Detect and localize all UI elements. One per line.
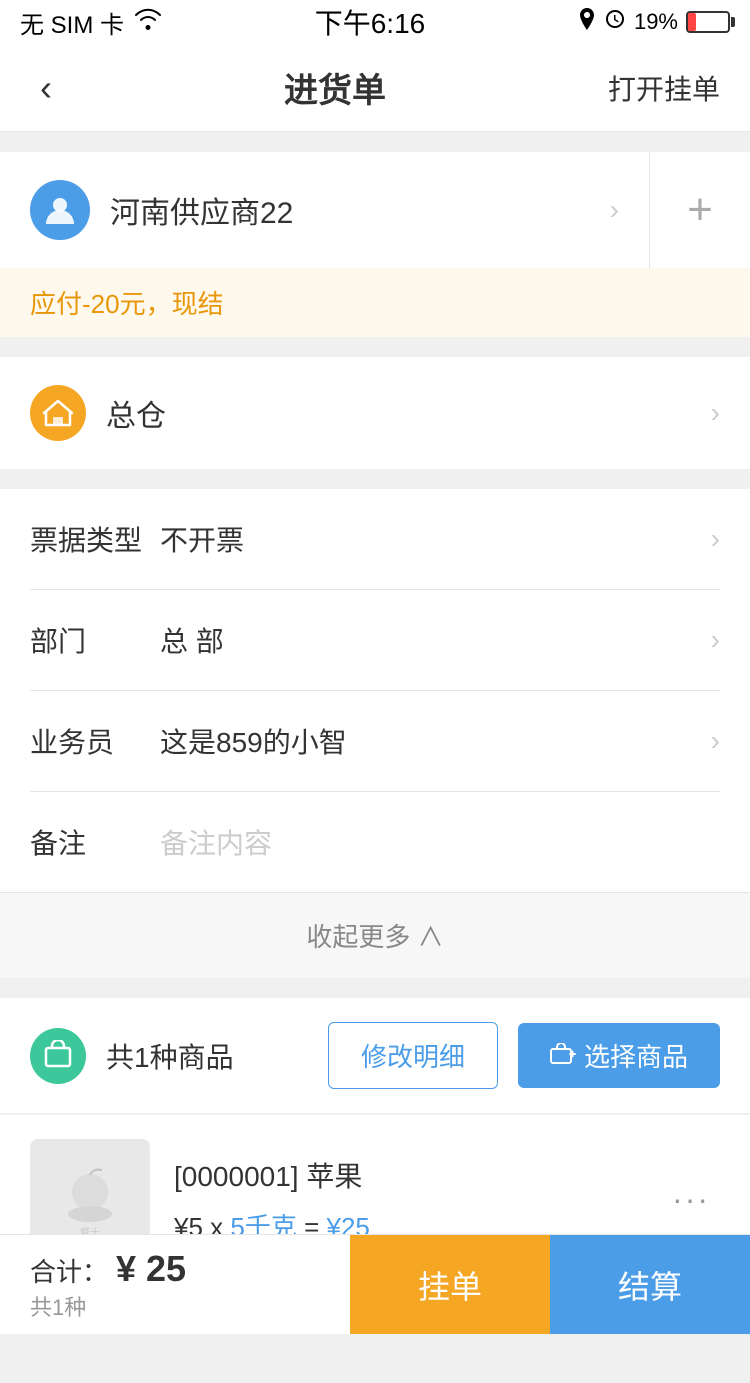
salesperson-row[interactable]: 业务员 这是859的小智 › xyxy=(0,691,750,791)
divider-2 xyxy=(0,337,750,357)
divider-3 xyxy=(0,469,750,489)
wifi-icon xyxy=(134,8,162,37)
department-label: 部门 xyxy=(30,620,160,660)
cart-icon xyxy=(550,1043,576,1069)
add-supplier-button[interactable]: + xyxy=(650,152,750,268)
department-chevron-icon: › xyxy=(711,624,720,656)
product-info: [0000001] 苹果 ¥5 x 5千克 = ¥25 xyxy=(174,1155,638,1244)
payment-notice: 应付-20元，现结 xyxy=(0,268,750,337)
supplier-selector[interactable]: 河南供应商22 › xyxy=(0,152,650,268)
status-bar: 无 SIM 卡 下午6:16 19% xyxy=(0,0,750,44)
total-label: 合计： xyxy=(30,1252,108,1289)
supplier-section: 河南供应商22 › + 应付-20元，现结 xyxy=(0,152,750,337)
remark-row[interactable]: 备注 备注内容 xyxy=(0,792,750,892)
product-header: 共1种商品 修改明细 选择商品 xyxy=(0,998,750,1113)
salesperson-chevron-icon: › xyxy=(711,725,720,757)
supplier-chevron-icon: › xyxy=(610,194,619,226)
ticket-type-label: 票据类型 xyxy=(30,519,160,559)
carrier-text: 无 SIM 卡 xyxy=(20,5,124,40)
warehouse-name: 总仓 xyxy=(106,391,711,435)
product-count-icon xyxy=(30,1028,86,1084)
ticket-type-row[interactable]: 票据类型 不开票 › xyxy=(0,489,750,589)
supplier-avatar xyxy=(30,180,90,240)
battery-text: 19% xyxy=(634,9,678,35)
form-section: 票据类型 不开票 › 部门 总 部 › 业务员 这是859的小智 › 备注 备注… xyxy=(0,489,750,892)
ticket-type-value: 不开票 xyxy=(160,519,711,559)
nav-bar: ‹ 进货单 打开挂单 xyxy=(0,44,750,132)
supplier-name: 河南供应商22 xyxy=(110,188,600,232)
department-row[interactable]: 部门 总 部 › xyxy=(0,590,750,690)
open-hang-button[interactable]: 打开挂单 xyxy=(608,68,720,108)
product-more-button[interactable]: ··· xyxy=(662,1171,720,1228)
hang-button[interactable]: 挂单 xyxy=(350,1235,550,1334)
total-count: 共1种 xyxy=(30,1290,320,1322)
warehouse-chevron-icon: › xyxy=(711,397,720,429)
select-product-button[interactable]: 选择商品 xyxy=(518,1023,720,1088)
page-title: 进货单 xyxy=(284,63,386,112)
location-icon xyxy=(578,8,596,36)
divider-1 xyxy=(0,132,750,152)
status-time: 下午6:16 xyxy=(315,2,426,42)
product-code: [0000001] xyxy=(174,1161,299,1192)
alarm-icon xyxy=(604,8,626,36)
back-button[interactable]: ‹ xyxy=(30,57,62,119)
select-product-label: 选择商品 xyxy=(584,1037,688,1074)
status-right: 19% xyxy=(578,8,730,36)
product-name: [0000001] 苹果 xyxy=(174,1155,638,1195)
svg-text:督十: 督十 xyxy=(80,1226,100,1234)
warehouse-section: 总仓 › xyxy=(0,357,750,469)
product-title: 苹果 xyxy=(306,1161,362,1192)
department-value: 总 部 xyxy=(160,620,711,660)
divider-4 xyxy=(0,978,750,998)
salesperson-label: 业务员 xyxy=(30,721,160,761)
collapse-button[interactable]: 收起更多 ∧ xyxy=(0,892,750,978)
warehouse-icon xyxy=(30,385,86,441)
remark-value: 备注内容 xyxy=(160,822,720,862)
edit-detail-button[interactable]: 修改明细 xyxy=(328,1022,498,1089)
product-count-text: 共1种商品 xyxy=(106,1036,308,1076)
total-amount: ¥ 25 xyxy=(116,1248,186,1290)
battery-fill xyxy=(688,13,696,31)
bottom-bar: 合计： ¥ 25 共1种 挂单 结算 xyxy=(0,1234,750,1334)
checkout-button[interactable]: 结算 xyxy=(550,1235,750,1334)
warehouse-selector[interactable]: 总仓 › xyxy=(0,357,750,469)
battery-icon xyxy=(686,11,730,33)
collapse-label: 收起更多 ∧ xyxy=(306,917,443,954)
ticket-type-chevron-icon: › xyxy=(711,523,720,555)
status-left: 无 SIM 卡 xyxy=(20,5,162,40)
total-section: 合计： ¥ 25 共1种 xyxy=(0,1235,350,1334)
salesperson-value: 这是859的小智 xyxy=(160,721,711,761)
remark-label: 备注 xyxy=(30,822,160,862)
